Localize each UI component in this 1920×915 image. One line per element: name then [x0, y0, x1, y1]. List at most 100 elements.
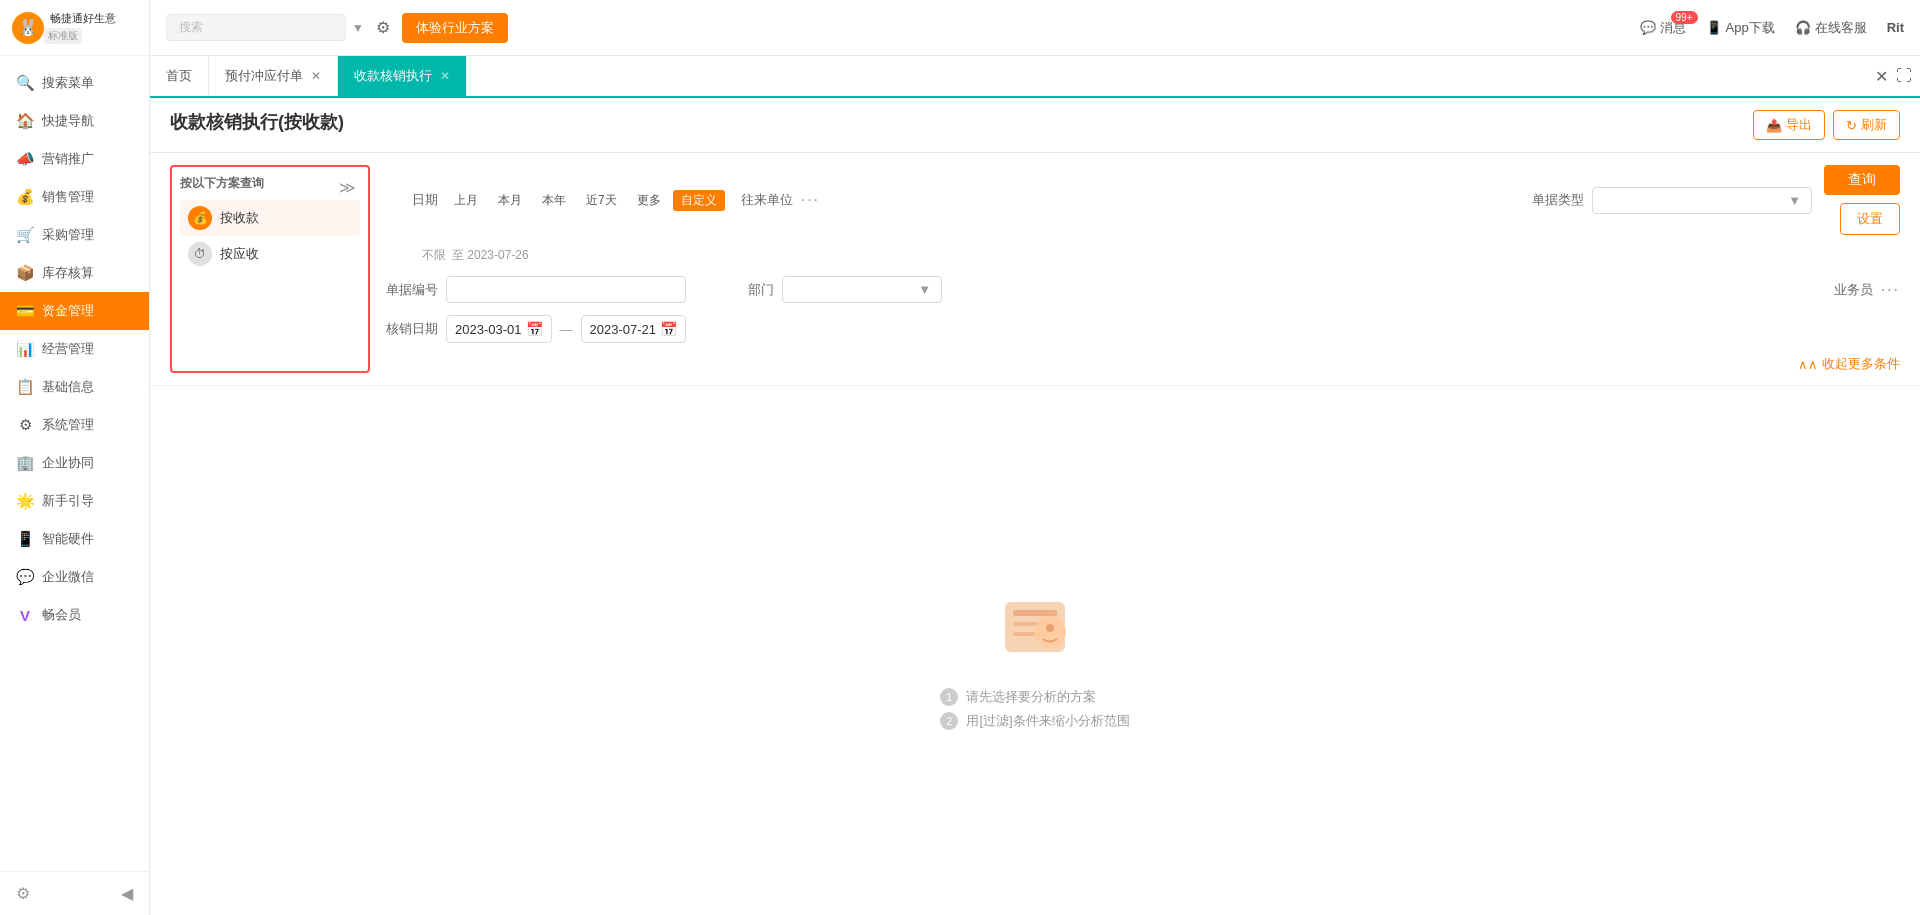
message-icon: 💬: [1640, 20, 1656, 35]
topbar-gear-icon[interactable]: ⚙: [376, 18, 390, 37]
collapse-icon[interactable]: ◀: [121, 884, 133, 903]
settings-icon[interactable]: ⚙: [16, 884, 30, 903]
dept-select[interactable]: ▼: [782, 276, 942, 303]
sales-icon: 💰: [16, 188, 34, 206]
calendar-icon: 📅: [526, 321, 543, 337]
user-name[interactable]: Rit: [1887, 20, 1904, 35]
filter-row-2: 单据编号 部门 ▼ 业务员 ···: [382, 276, 1900, 303]
enterprise-icon: 🏢: [16, 454, 34, 472]
sidebar-item-member[interactable]: V 畅会员: [0, 596, 149, 634]
query-button[interactable]: 查询: [1824, 165, 1900, 195]
close-all-tabs-icon[interactable]: ✕: [1875, 67, 1888, 86]
empty-tip-1: 1 请先选择要分析的方案: [940, 688, 1129, 706]
svg-rect-1: [1013, 610, 1057, 616]
filter-area: 按以下方案查询 ≫ 💰 按收款 ⏱ 按应收 日期: [150, 153, 1920, 386]
filter-option-by-receivable[interactable]: ⏱ 按应收: [180, 236, 360, 272]
counterparty-field: 往来单位 ···: [737, 191, 820, 209]
calendar-icon2: 📅: [660, 321, 677, 337]
more-conditions-button[interactable]: ∧∧ 收起更多条件: [1798, 355, 1900, 373]
date-field: 日期 上月 本月 本年 近7天 更多 自定义: [382, 190, 725, 211]
doc-no-input[interactable]: [446, 276, 686, 303]
empty-tips: 1 请先选择要分析的方案 2 用[过滤]条件来缩小分析范围: [940, 688, 1129, 730]
export-button[interactable]: 📤 导出: [1753, 110, 1825, 140]
online-service-button[interactable]: 🎧 在线客服: [1795, 19, 1867, 37]
date-to-text: 至 2023-07-26: [452, 247, 529, 264]
filter-row-1: 日期 上月 本月 本年 近7天 更多 自定义 往来单位 ···: [382, 165, 1900, 235]
refresh-icon: ↻: [1846, 118, 1857, 133]
marketing-icon: 📣: [16, 150, 34, 168]
date-btn-this-month[interactable]: 本月: [490, 190, 530, 211]
tab-receivable[interactable]: 收款核销执行 ✕: [338, 56, 467, 96]
sidebar-item-system[interactable]: ⚙ 系统管理: [0, 406, 149, 444]
verify-date-end-input[interactable]: 2023-07-21 📅: [581, 315, 687, 343]
basic-info-icon: 📋: [16, 378, 34, 396]
system-icon: ⚙: [16, 416, 34, 434]
sidebar-item-marketing[interactable]: 📣 营销推广: [0, 140, 149, 178]
doc-no-field: 单据编号: [382, 276, 686, 303]
sidebar-item-weixin[interactable]: 💬 企业微信: [0, 558, 149, 596]
sidebar-item-search-menu[interactable]: 🔍 搜索菜单: [0, 64, 149, 102]
tab-home[interactable]: 首页: [150, 56, 209, 96]
tab-prepay[interactable]: 预付冲应付单 ✕: [209, 56, 338, 96]
topbar-search-arrow: ▼: [352, 21, 364, 35]
app-download-button[interactable]: 📱 App下载: [1706, 19, 1775, 37]
filter-row-3: 核销日期 2023-03-01 📅 — 2023-07-21 📅: [382, 315, 1900, 343]
member-icon: V: [16, 606, 34, 624]
sidebar-item-quick-nav[interactable]: 🏠 快捷导航: [0, 102, 149, 140]
sidebar-menu: 🔍 搜索菜单 🏠 快捷导航 📣 营销推广 💰 销售管理 🛒 采购管理 📦 库存核…: [0, 56, 149, 871]
more-conditions-row: ∧∧ 收起更多条件: [382, 355, 1900, 373]
verify-date-field: 核销日期 2023-03-01 📅 — 2023-07-21 📅: [382, 315, 686, 343]
search-icon: 🔍: [16, 74, 34, 92]
weixin-icon: 💬: [16, 568, 34, 586]
solution-button[interactable]: 体验行业方案: [402, 13, 508, 43]
date-btn-this-year[interactable]: 本年: [534, 190, 574, 211]
home-icon: 🏠: [16, 112, 34, 130]
settings-button[interactable]: 设置: [1840, 203, 1900, 235]
collapse-up-icon: ∧∧: [1798, 357, 1818, 372]
sidebar-item-purchase[interactable]: 🛒 采购管理: [0, 216, 149, 254]
filter-panel-title: 按以下方案查询: [180, 175, 264, 192]
counterparty-input[interactable]: ···: [801, 191, 820, 209]
svg-point-5: [1046, 624, 1054, 632]
filter-actions: 查询 设置: [1824, 165, 1900, 235]
topbar: 搜索 ▼ ⚙ 体验行业方案 💬 消息 99+ 📱 App下载 🎧 在线客服 Ri…: [150, 0, 1920, 56]
sidebar-item-finance[interactable]: 💳 资金管理: [0, 292, 149, 330]
guide-icon: 🌟: [16, 492, 34, 510]
tabbar-actions: ✕ ⛶: [1875, 56, 1920, 96]
service-icon: 🎧: [1795, 20, 1811, 35]
app-icon: 📱: [1706, 20, 1722, 35]
tab-receivable-close[interactable]: ✕: [440, 69, 450, 83]
sidebar-item-guide[interactable]: 🌟 新手引导: [0, 482, 149, 520]
operation-icon: 📊: [16, 340, 34, 358]
date-btn-7days[interactable]: 近7天: [578, 190, 625, 211]
sidebar-item-inventory[interactable]: 📦 库存核算: [0, 254, 149, 292]
sidebar-item-enterprise[interactable]: 🏢 企业协同: [0, 444, 149, 482]
date-btn-custom[interactable]: 自定义: [673, 190, 725, 211]
date-nolimit-row: 不限 至 2023-07-26: [422, 247, 1900, 264]
staff-input[interactable]: ···: [1881, 281, 1900, 299]
page-header-actions: 📤 导出 ↻ 刷新: [1753, 110, 1900, 152]
topbar-search[interactable]: 搜索: [166, 14, 346, 41]
topbar-right: 💬 消息 99+ 📱 App下载 🎧 在线客服 Rit: [1640, 19, 1904, 37]
sidebar-item-operation[interactable]: 📊 经营管理: [0, 330, 149, 368]
doc-type-field: 单据类型 ▼: [1528, 187, 1812, 214]
filter-option-by-receipt[interactable]: 💰 按收款: [180, 200, 360, 236]
message-button[interactable]: 💬 消息 99+: [1640, 19, 1686, 37]
refresh-button[interactable]: ↻ 刷新: [1833, 110, 1900, 140]
empty-illustration: [985, 572, 1085, 672]
doc-type-select[interactable]: ▼: [1592, 187, 1812, 214]
sidebar-item-sales[interactable]: 💰 销售管理: [0, 178, 149, 216]
sidebar-item-smart-hw[interactable]: 📱 智能硬件: [0, 520, 149, 558]
sidebar-footer: ⚙ ◀: [0, 871, 149, 915]
tab-prepay-close[interactable]: ✕: [311, 69, 321, 83]
date-btn-last-month[interactable]: 上月: [446, 190, 486, 211]
content-area: 收款核销执行(按收款) 📤 导出 ↻ 刷新 按以下方案查询 ≫: [150, 98, 1920, 915]
filter-collapse-button[interactable]: ≫: [335, 176, 360, 199]
verify-date-start-input[interactable]: 2023-03-01 📅: [446, 315, 552, 343]
date-btn-more[interactable]: 更多: [629, 190, 669, 211]
dept-arrow: ▼: [918, 282, 931, 297]
sidebar: 🐰 畅捷通好生意 标准版 🔍 搜索菜单 🏠 快捷导航 📣 营销推广 💰 销售管理…: [0, 0, 150, 915]
sidebar-item-basic-info[interactable]: 📋 基础信息: [0, 368, 149, 406]
doc-type-arrow: ▼: [1788, 193, 1801, 208]
maximize-icon[interactable]: ⛶: [1896, 67, 1912, 85]
